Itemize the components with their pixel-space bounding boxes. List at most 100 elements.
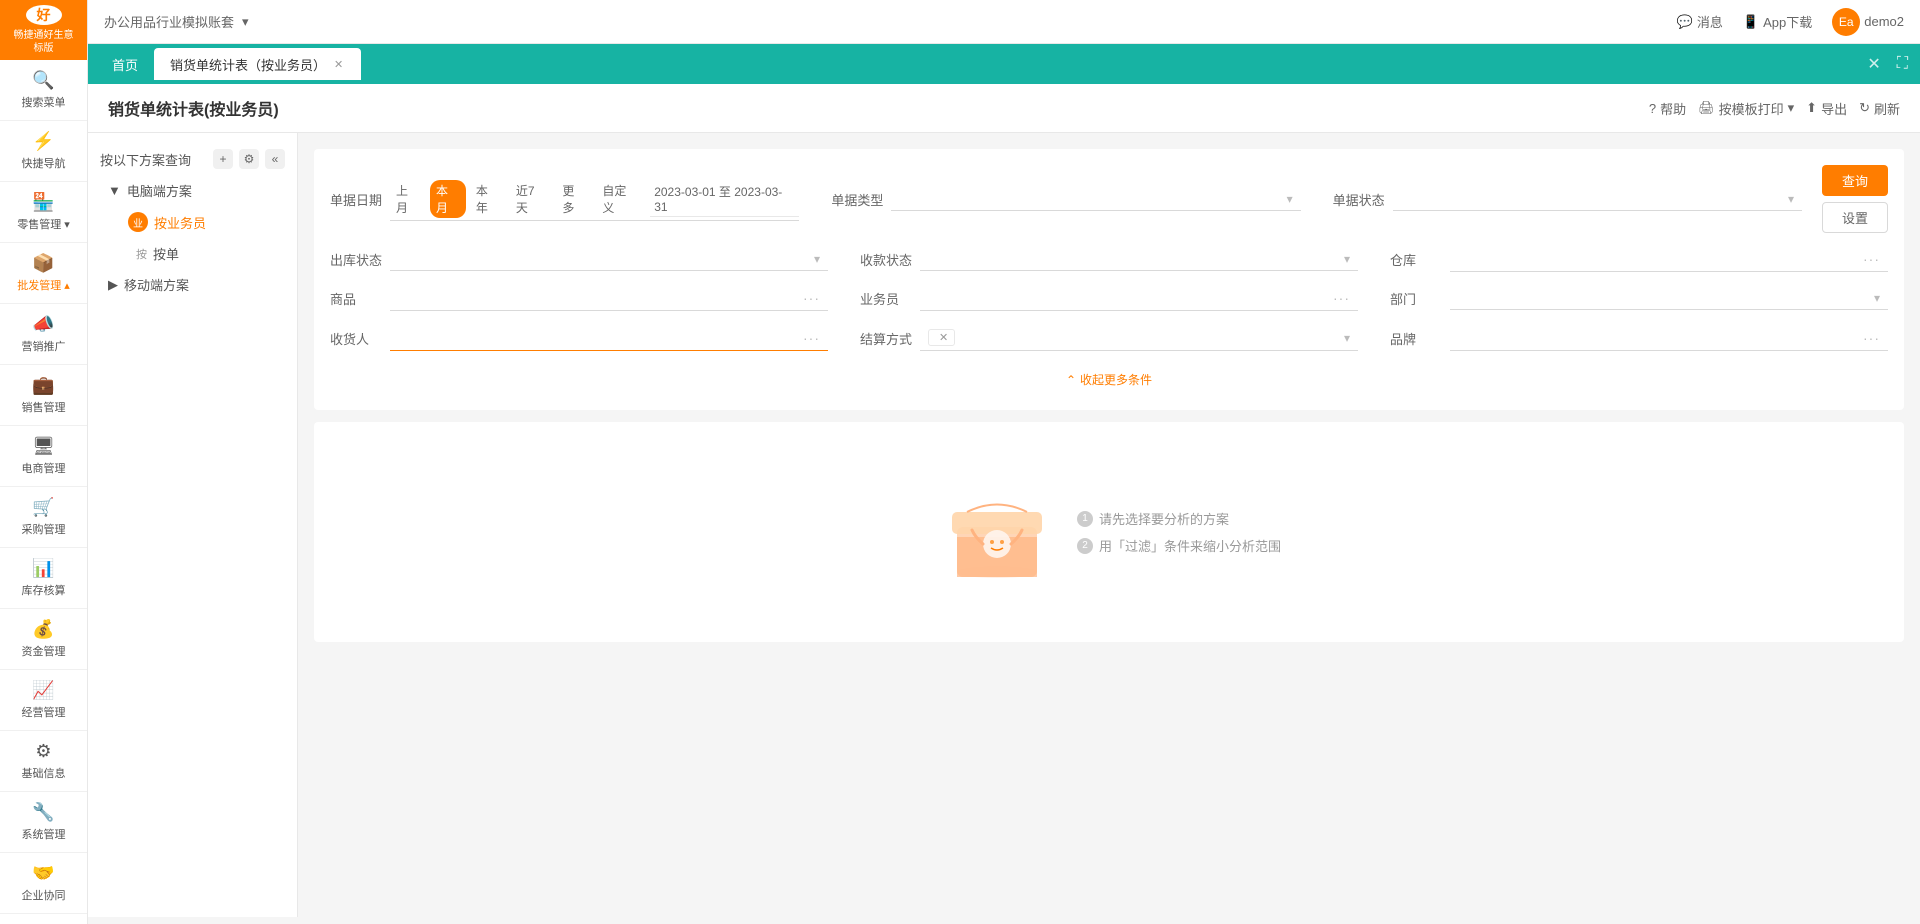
payment-control[interactable]: ✕ ▾ — [920, 325, 1358, 351]
export-btn[interactable]: ⬆ 导出 — [1806, 99, 1847, 118]
date-label: 单据日期 — [330, 190, 390, 209]
app-download-label: App下载 — [1763, 12, 1812, 31]
collapse-btn[interactable]: ⌃ 收起更多条件 — [330, 365, 1888, 394]
product-control[interactable]: ··· — [390, 286, 828, 311]
date-tab-7days[interactable]: 近7天 — [510, 180, 553, 218]
panel-settings-btn[interactable]: ⚙ — [239, 149, 259, 169]
sidebar-label-enterprise: 企业协同 — [22, 887, 66, 903]
date-tab-thismonth[interactable]: 本月 — [430, 180, 466, 218]
sidebar-item-marketing[interactable]: 📣 营销推广 — [0, 304, 87, 365]
finance-icon: 💰 — [32, 619, 54, 640]
help-btn[interactable]: ? 帮助 — [1649, 99, 1686, 118]
sidebar-item-operations[interactable]: 📈 经营管理 — [0, 670, 87, 731]
sidebar: 好 畅捷通好生意标版 🔍 搜索菜单 ⚡ 快捷导航 🏪 零售管理 ▾ 📦 批发管理… — [0, 0, 88, 924]
sidebar-item-inventory[interactable]: 📊 库存核算 — [0, 548, 87, 609]
breadcrumb-text: 办公用品行业模拟账套 — [104, 12, 234, 31]
order-icon: 按 — [136, 246, 147, 262]
export-label: 导出 — [1821, 99, 1847, 118]
ecommerce-icon: 🖥 — [32, 436, 55, 457]
system-icon: 🔧 — [32, 802, 54, 823]
tree-item-salesperson-label: 按业务员 — [154, 213, 206, 232]
salesperson-more-icon: ··· — [1333, 290, 1350, 306]
date-tab-lastmonth[interactable]: 上月 — [390, 180, 426, 218]
sidebar-item-sales[interactable]: 💼 销售管理 — [0, 365, 87, 426]
sidebar-item-wholesale[interactable]: 📦 批发管理 ▴ — [0, 243, 87, 304]
panel-actions: + ⚙ « — [213, 149, 285, 169]
sidebar-item-retail[interactable]: 🏪 零售管理 ▾ — [0, 182, 87, 243]
date-tab-thisyear[interactable]: 本年 — [470, 180, 506, 218]
settings-button[interactable]: 设置 — [1822, 202, 1888, 233]
filter-item-payment: 结算方式 ✕ ▾ — [860, 325, 1358, 351]
outstatus-dropdown-icon: ▾ — [814, 252, 820, 266]
user-profile[interactable]: Ea demo2 — [1832, 8, 1904, 36]
tab-close-window-icon[interactable]: ✕ — [1863, 50, 1884, 78]
sidebar-label-ecommerce: 电商管理 — [22, 460, 66, 476]
empty-hint-1: 1 请先选择要分析的方案 — [1077, 509, 1281, 528]
sidebar-item-ecommerce[interactable]: 🖥 电商管理 — [0, 426, 87, 487]
user-name: demo2 — [1864, 14, 1904, 29]
tab-sales-stat[interactable]: 销货单统计表（按业务员） ✕ — [154, 48, 361, 80]
salesperson-badge: 业 — [128, 212, 148, 232]
sidebar-item-basic[interactable]: ⚙ 基础信息 — [0, 731, 87, 792]
filter-item-salesperson: 业务员 ··· — [860, 286, 1358, 311]
hint-text-2: 用「过滤」条件来缩小分析范围 — [1099, 536, 1281, 555]
warehouse-control[interactable]: ··· — [1450, 247, 1888, 272]
query-button[interactable]: 查询 — [1822, 165, 1888, 196]
refresh-btn[interactable]: ↻ 刷新 — [1859, 99, 1900, 118]
date-tab-more[interactable]: 更多 — [556, 180, 592, 218]
template-print-label: 按模板打印 — [1719, 99, 1784, 118]
filter-row-2: 出库状态 ▾ 收款状态 ▾ — [330, 247, 1888, 272]
logo-text: 畅捷通好生意标版 — [14, 29, 74, 55]
filter-item-brand: 品牌 ··· — [1390, 326, 1888, 351]
payment-tag-close[interactable]: ✕ — [939, 331, 948, 344]
inventory-icon: 📊 — [32, 558, 54, 579]
tree: ▼ 电脑端方案 业 按业务员 按 按单 ▶ — [88, 175, 297, 300]
sidebar-label-inventory: 库存核算 — [22, 582, 66, 598]
help-icon: ? — [1649, 101, 1656, 116]
panel-add-btn[interactable]: + — [213, 149, 233, 169]
brand-label: 品牌 — [1390, 329, 1450, 348]
salesperson-control[interactable]: ··· — [920, 286, 1358, 311]
consignee-control[interactable]: ··· — [390, 326, 828, 351]
docstatus-dropdown-icon: ▾ — [1788, 192, 1794, 206]
filter-item-receiptstatus: 收款状态 ▾ — [860, 248, 1358, 271]
tab-maximize-icon[interactable]: ⛶ — [1893, 51, 1912, 77]
tree-item-by-order[interactable]: 按 按单 — [88, 238, 297, 269]
panel-header: 按以下方案查询 + ⚙ « — [88, 143, 297, 175]
sidebar-item-search[interactable]: 🔍 搜索菜单 — [0, 60, 87, 121]
panel-collapse-btn[interactable]: « — [265, 149, 285, 169]
doctype-control[interactable]: ▾ — [891, 188, 1300, 211]
tree-item-by-salesperson[interactable]: 业 按业务员 — [88, 206, 297, 238]
receiptstatus-control[interactable]: ▾ — [920, 248, 1358, 271]
sidebar-item-newbie[interactable]: 🎓 新手引导 — [0, 914, 87, 924]
empty-svg — [937, 482, 1057, 582]
filter-item-outstatus: 出库状态 ▾ — [330, 248, 828, 271]
app-download-btn[interactable]: 📱 App下载 — [1743, 12, 1812, 31]
hint-text-1: 请先选择要分析的方案 — [1099, 509, 1229, 528]
sidebar-label-search: 搜索菜单 — [22, 94, 66, 110]
sidebar-item-shortcuts[interactable]: ⚡ 快捷导航 — [0, 121, 87, 182]
docstatus-control[interactable]: ▾ — [1393, 188, 1802, 211]
sidebar-item-finance[interactable]: 💰 资金管理 — [0, 609, 87, 670]
page-actions: ? 帮助 🖨 按模板打印 ▾ ⬆ 导出 ↻ 刷新 — [1649, 99, 1900, 118]
main-area: 办公用品行业模拟账套 ▾ 💬 消息 📱 App下载 Ea demo2 首页 销货… — [88, 0, 1920, 924]
sidebar-item-system[interactable]: 🔧 系统管理 — [0, 792, 87, 853]
department-dropdown-icon: ▾ — [1874, 291, 1880, 305]
sidebar-item-enterprise[interactable]: 🤝 企业协同 — [0, 853, 87, 914]
message-btn[interactable]: 💬 消息 — [1677, 12, 1723, 31]
tree-group-mobile[interactable]: ▶ 移动端方案 — [88, 269, 297, 300]
header-right: 💬 消息 📱 App下载 Ea demo2 — [1677, 8, 1904, 36]
tab-home[interactable]: 首页 — [96, 48, 154, 80]
receiptstatus-dropdown-icon: ▾ — [1344, 252, 1350, 266]
sidebar-item-purchase[interactable]: 🛒 采购管理 — [0, 487, 87, 548]
outstatus-control[interactable]: ▾ — [390, 248, 828, 271]
tree-group-desktop-label: 电脑端方案 — [127, 181, 192, 200]
tree-group-desktop[interactable]: ▼ 电脑端方案 — [88, 175, 297, 206]
filter-row-1: 单据日期 上月 本月 本年 近7天 更多 自定义 20 — [330, 165, 1888, 233]
date-tab-custom[interactable]: 自定义 — [596, 180, 644, 218]
tab-close-icon[interactable]: ✕ — [332, 56, 345, 73]
breadcrumb-dropdown-icon[interactable]: ▾ — [242, 14, 249, 30]
template-print-btn[interactable]: 🖨 按模板打印 ▾ — [1698, 99, 1794, 118]
brand-control[interactable]: ··· — [1450, 326, 1888, 351]
department-control[interactable]: ▾ — [1450, 287, 1888, 310]
